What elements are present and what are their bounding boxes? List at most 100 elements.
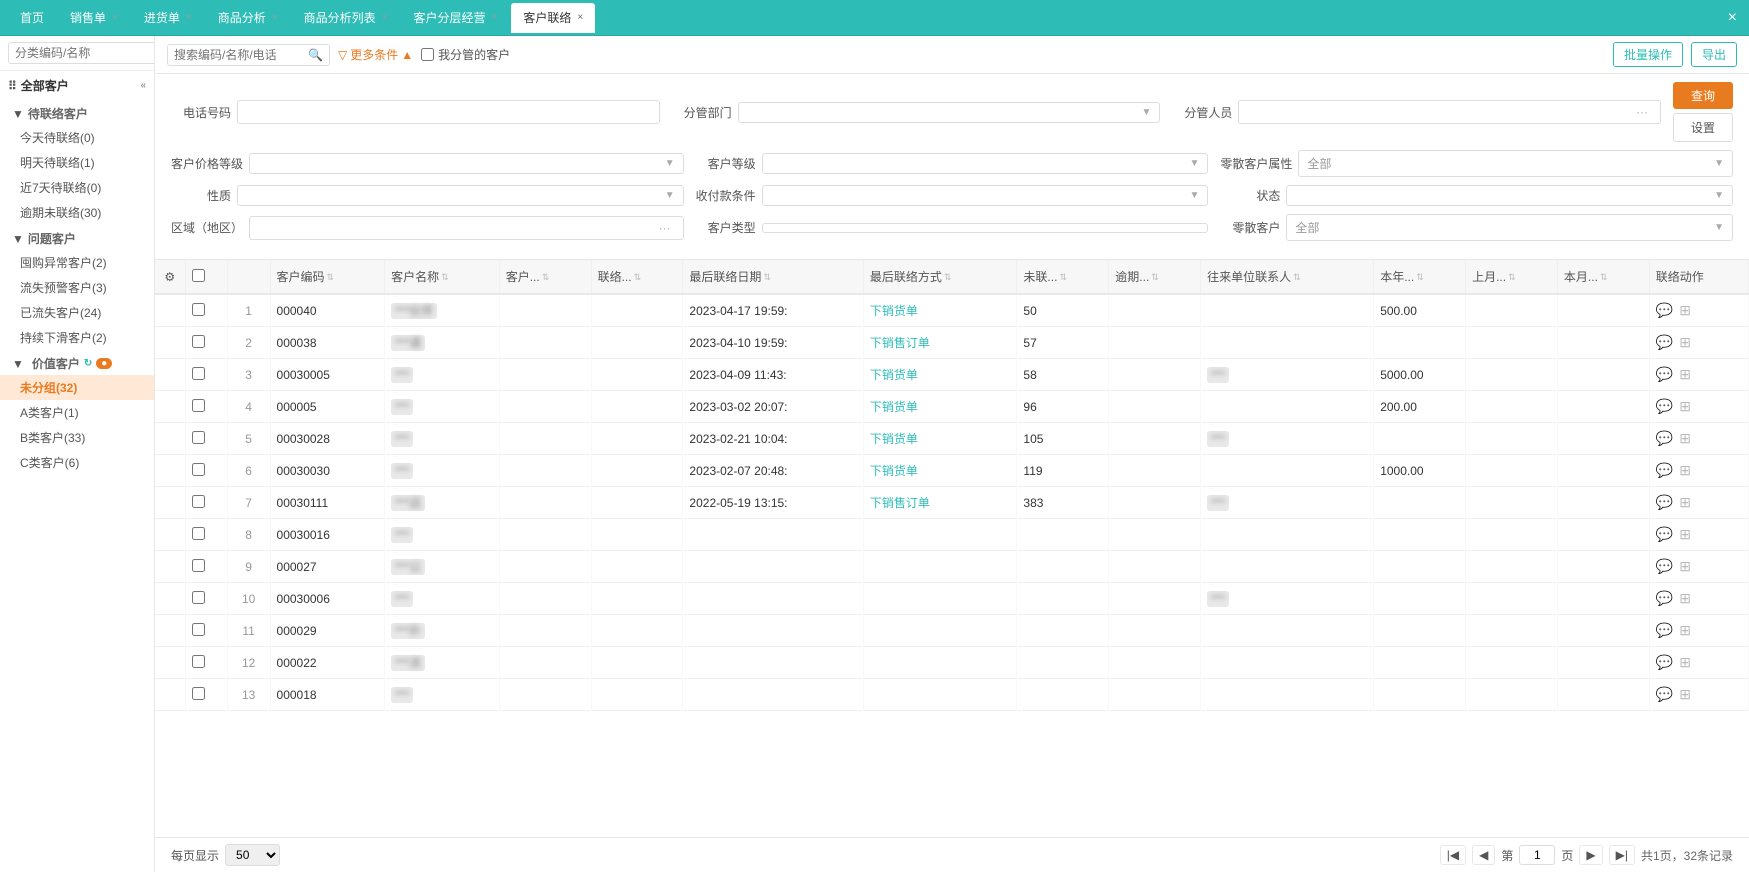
row-last-method[interactable] (863, 679, 1017, 711)
th-checkbox[interactable] (185, 260, 227, 294)
th-this-year[interactable]: 本年...⇅ (1374, 260, 1466, 294)
tab-purchase[interactable]: 进货单 × (132, 3, 204, 33)
filter-search-icon[interactable]: 🔍 (308, 48, 323, 62)
my-customers-checkbox[interactable]: 我分管的客户 (421, 46, 510, 63)
tab-sales[interactable]: 销售单 × (58, 3, 130, 33)
comment-icon[interactable]: 💬 (1656, 398, 1673, 415)
sidebar-item-today[interactable]: 今天待联络(0) (0, 125, 154, 150)
first-page-btn[interactable]: |◀ (1440, 845, 1466, 865)
grid2-icon[interactable]: ⊞ (1679, 366, 1691, 383)
sidebar-item-class-a[interactable]: A类客户(1) (0, 400, 154, 425)
sidebar-item-declining[interactable]: 持续下滑客户(2) (0, 325, 154, 350)
grid2-icon[interactable]: ⊞ (1679, 622, 1691, 639)
sidebar-item-tomorrow[interactable]: 明天待联络(1) (0, 150, 154, 175)
grid2-icon[interactable]: ⊞ (1679, 334, 1691, 351)
tab-analysis-list[interactable]: 商品分析列表 × (292, 3, 400, 33)
per-page-select[interactable]: 50 100 200 (225, 844, 280, 866)
grid2-icon[interactable]: ⊞ (1679, 430, 1691, 447)
manager-select[interactable]: ··· (1238, 100, 1661, 124)
grid2-icon[interactable]: ⊞ (1679, 398, 1691, 415)
row-checkbox[interactable] (185, 327, 227, 359)
filter-search-input[interactable] (174, 48, 304, 62)
row-checkbox[interactable] (185, 294, 227, 327)
region-select[interactable]: ··· (249, 216, 684, 240)
prev-page-btn[interactable]: ◀ (1472, 845, 1495, 865)
comment-icon[interactable]: 💬 (1656, 462, 1673, 479)
row-last-method[interactable] (863, 519, 1017, 551)
tab-close-all[interactable]: × (1724, 5, 1741, 31)
th-last-method[interactable]: 最后联络方式⇅ (863, 260, 1017, 294)
comment-icon[interactable]: 💬 (1656, 430, 1673, 447)
reset-button[interactable]: 设置 (1673, 113, 1733, 142)
sidebar-item-7days[interactable]: 近7天待联络(0) (0, 175, 154, 200)
group-problem-title[interactable]: ▼ 问题客户 (0, 225, 154, 250)
row-last-method[interactable] (863, 647, 1017, 679)
sidebar-item-ungrouped[interactable]: 未分组(32) (0, 375, 154, 400)
comment-icon[interactable]: 💬 (1656, 366, 1673, 383)
page-number-input[interactable] (1519, 845, 1555, 865)
grid2-icon[interactable]: ⊞ (1679, 494, 1691, 511)
more-conditions-btn[interactable]: ▽ 更多条件 ▲ (338, 46, 413, 63)
phone-input[interactable] (237, 100, 660, 124)
comment-icon[interactable]: 💬 (1656, 334, 1673, 351)
sidebar-item-class-c[interactable]: C类客户(6) (0, 450, 154, 475)
comment-icon[interactable]: 💬 (1656, 526, 1673, 543)
row-checkbox[interactable] (185, 487, 227, 519)
tab-customer-mgmt-close[interactable]: × (491, 12, 497, 23)
manager-dots[interactable]: ··· (1632, 105, 1652, 119)
my-customers-check[interactable] (421, 48, 434, 61)
retail-attr-select[interactable]: 全部 ▼ (1298, 150, 1733, 177)
grid2-icon[interactable]: ⊞ (1679, 302, 1691, 319)
row-last-method[interactable] (863, 551, 1017, 583)
group-value-title[interactable]: ▼ 价值客户 ↻ ● (0, 350, 154, 375)
row-checkbox[interactable] (185, 583, 227, 615)
grid2-icon[interactable]: ⊞ (1679, 462, 1691, 479)
all-customers-header[interactable]: ⠿ 全部客户 « (0, 71, 154, 100)
batch-ops-button[interactable]: 批量操作 (1613, 42, 1683, 67)
row-checkbox[interactable] (185, 647, 227, 679)
row-last-method[interactable]: 下销货单 (863, 423, 1017, 455)
region-dots[interactable]: ··· (655, 221, 675, 235)
th-gear[interactable]: ⚙ (155, 260, 185, 294)
refresh-icon[interactable]: ↻ (84, 358, 92, 369)
row-last-method[interactable] (863, 583, 1017, 615)
payment-select[interactable]: ▼ (762, 185, 1209, 206)
group-pending-title[interactable]: ▼ 待联络客户 (0, 100, 154, 125)
export-button[interactable]: 导出 (1691, 42, 1737, 67)
th-contact[interactable]: 联络...⇅ (591, 260, 683, 294)
comment-icon[interactable]: 💬 (1656, 558, 1673, 575)
comment-icon[interactable]: 💬 (1656, 654, 1673, 671)
retail-cust-select[interactable]: 全部 ▼ (1286, 214, 1733, 241)
collapse-icon[interactable]: « (140, 80, 146, 91)
tab-customer-contact-close[interactable]: × (577, 12, 583, 23)
level-select[interactable]: ▼ (762, 153, 1209, 174)
sidebar-item-class-b[interactable]: B类客户(33) (0, 425, 154, 450)
tab-home[interactable]: 首页 (8, 3, 56, 33)
sidebar-item-overdue[interactable]: 逾期未联络(30) (0, 200, 154, 225)
grid2-icon[interactable]: ⊞ (1679, 590, 1691, 607)
row-checkbox[interactable] (185, 391, 227, 423)
comment-icon[interactable]: 💬 (1656, 686, 1673, 703)
tab-analysis-list-close[interactable]: × (382, 12, 388, 23)
sidebar-search-input[interactable] (8, 42, 155, 64)
row-last-method[interactable]: 下销货单 (863, 359, 1017, 391)
tab-analysis[interactable]: 商品分析 × (206, 3, 290, 33)
sidebar-item-churn-warn[interactable]: 流失预警客户(3) (0, 275, 154, 300)
last-page-btn[interactable]: ▶| (1609, 845, 1635, 865)
th-name[interactable]: 客户名称⇅ (385, 260, 500, 294)
cust-type-select[interactable] (762, 223, 1209, 233)
th-overdue[interactable]: 逾期...⇅ (1109, 260, 1201, 294)
row-last-method[interactable]: 下销货单 (863, 391, 1017, 423)
dept-select[interactable]: ▼ (738, 102, 1161, 123)
gender-select[interactable]: ▼ (237, 185, 684, 206)
tab-customer-contact[interactable]: 客户联络 × (511, 3, 595, 33)
th-cat[interactable]: 客户...⇅ (499, 260, 591, 294)
sidebar-item-churned[interactable]: 已流失客户(24) (0, 300, 154, 325)
row-last-method[interactable]: 下销售订单 (863, 487, 1017, 519)
grid2-icon[interactable]: ⊞ (1679, 558, 1691, 575)
th-partner[interactable]: 往来单位联系人⇅ (1201, 260, 1374, 294)
th-last-date[interactable]: 最后联络日期⇅ (683, 260, 863, 294)
status-select[interactable]: ▼ (1286, 185, 1733, 206)
th-last-month[interactable]: 上月...⇅ (1466, 260, 1558, 294)
row-checkbox[interactable] (185, 359, 227, 391)
